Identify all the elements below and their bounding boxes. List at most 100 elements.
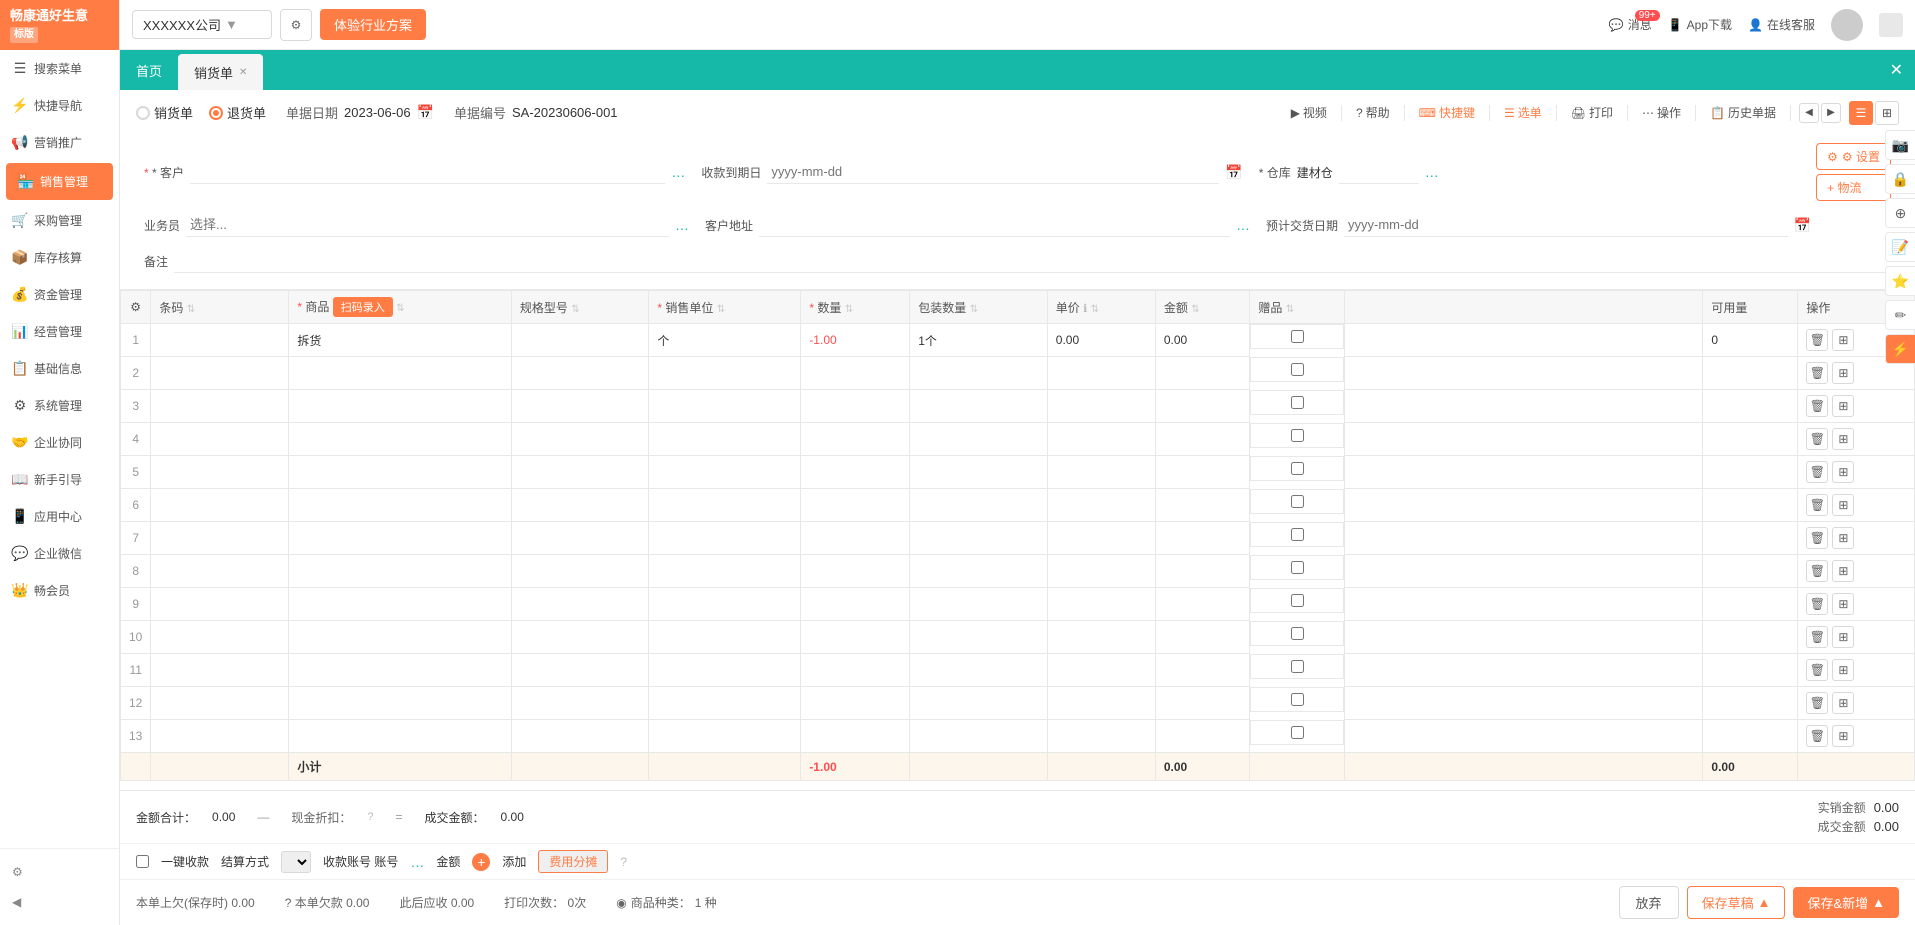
settings-right-btn[interactable]: ⚙ ⚙ 设置 (1816, 143, 1891, 170)
settlement-select[interactable] (281, 851, 311, 873)
cell-product-3[interactable] (289, 390, 511, 423)
cell-amount-7[interactable] (1155, 522, 1250, 555)
return-order-radio[interactable]: 退货单 (209, 103, 266, 122)
cell-barcode-2[interactable] (151, 357, 289, 390)
cell-amount-10[interactable] (1155, 621, 1250, 654)
cell-unit-4[interactable] (649, 423, 801, 456)
row-delete-2[interactable]: 🗑 (1806, 362, 1828, 384)
cell-amount-1[interactable]: 0.00 (1155, 324, 1250, 357)
expense-split-btn[interactable]: 费用分摊 (538, 850, 608, 873)
cell-price-12[interactable] (1047, 687, 1155, 720)
expected-date-icon[interactable]: 📅 (1794, 217, 1811, 234)
save-draft-btn[interactable]: 保存草稿 ▲ (1687, 886, 1786, 919)
cell-amount-6[interactable] (1155, 489, 1250, 522)
sidebar-item-12[interactable]: 📱应用中心 (0, 498, 119, 535)
cell-qty-3[interactable] (801, 390, 910, 423)
cell-gift-6[interactable] (1250, 489, 1344, 514)
cell-barcode-10[interactable] (151, 621, 289, 654)
save-new-btn[interactable]: 保存&新增 ▲ (1793, 887, 1899, 918)
cell-gift-5[interactable] (1250, 456, 1344, 481)
sidebar-item-7[interactable]: 📊经营管理 (0, 313, 119, 350)
cell-note-8[interactable] (1344, 555, 1702, 588)
sidebar-item-11[interactable]: 📖新手引导 (0, 461, 119, 498)
cell-amount-11[interactable] (1155, 654, 1250, 687)
cell-spec-12[interactable] (511, 687, 649, 720)
amount-sort-icon[interactable]: ⇅ (1191, 304, 1199, 315)
row-copy-13[interactable]: ⊞ (1832, 725, 1854, 747)
cell-spec-3[interactable] (511, 390, 649, 423)
sidebar-item-5[interactable]: 📦库存核算 (0, 239, 119, 276)
cell-note-6[interactable] (1344, 489, 1702, 522)
cell-spec-9[interactable] (511, 588, 649, 621)
cell-product-9[interactable] (289, 588, 511, 621)
row-delete-1[interactable]: 🗑 (1806, 329, 1828, 351)
column-settings-icon[interactable]: ⚙ (130, 300, 141, 314)
cell-amount-9[interactable] (1155, 588, 1250, 621)
cell-amount-3[interactable] (1155, 390, 1250, 423)
cell-price-6[interactable] (1047, 489, 1155, 522)
row-delete-11[interactable]: 🗑 (1806, 659, 1828, 681)
cell-gift-3[interactable] (1250, 390, 1344, 415)
cell-qty-8[interactable] (801, 555, 910, 588)
online-service-btn[interactable]: 👤 在线客服 (1748, 16, 1815, 33)
cell-gift-10[interactable] (1250, 621, 1344, 646)
cell-price-3[interactable] (1047, 390, 1155, 423)
side-btn-lock[interactable]: 🔒 (1885, 164, 1915, 194)
side-btn-edit[interactable]: ✏ (1885, 300, 1915, 330)
salesperson-dots-btn[interactable]: … (675, 217, 689, 233)
cell-pkg-7[interactable] (910, 522, 1048, 555)
scan-barcode-btn[interactable]: 扫码录入 (333, 297, 393, 317)
cell-gift-11[interactable] (1250, 654, 1344, 679)
cell-amount-2[interactable] (1155, 357, 1250, 390)
cell-note-2[interactable] (1344, 357, 1702, 390)
barcode-sort-icon[interactable]: ⇅ (187, 304, 195, 315)
expected-date-input[interactable] (1344, 213, 1788, 237)
cell-pkg-5[interactable] (910, 456, 1048, 489)
side-btn-add[interactable]: ⊕ (1885, 198, 1915, 228)
sidebar-item-2[interactable]: 📢营销推广 (0, 124, 119, 161)
order-debt-info-icon[interactable]: ? (285, 896, 292, 910)
expense-help-icon[interactable]: ? (620, 855, 627, 869)
cell-price-7[interactable] (1047, 522, 1155, 555)
cell-gift-8[interactable] (1250, 555, 1344, 580)
cell-gift-9[interactable] (1250, 588, 1344, 613)
cell-note-13[interactable] (1344, 720, 1702, 753)
cell-gift-1[interactable] (1250, 324, 1344, 349)
cell-qty-11[interactable] (801, 654, 910, 687)
row-delete-4[interactable]: 🗑 (1806, 428, 1828, 450)
cell-product-10[interactable] (289, 621, 511, 654)
cell-barcode-6[interactable] (151, 489, 289, 522)
row-delete-6[interactable]: 🗑 (1806, 494, 1828, 516)
add-payment-btn[interactable]: + (472, 853, 490, 871)
row-copy-7[interactable]: ⊞ (1832, 527, 1854, 549)
side-btn-flash[interactable]: ⚡ (1885, 334, 1915, 364)
print-btn[interactable]: 🖨 打印 (1565, 100, 1619, 125)
cell-note-4[interactable] (1344, 423, 1702, 456)
row-delete-8[interactable]: 🗑 (1806, 560, 1828, 582)
next-arrow[interactable]: ▶ (1821, 103, 1841, 123)
cell-price-4[interactable] (1047, 423, 1155, 456)
cell-unit-3[interactable] (649, 390, 801, 423)
cell-unit-6[interactable] (649, 489, 801, 522)
cell-product-4[interactable] (289, 423, 511, 456)
sidebar-item-13[interactable]: 💬企业微信 (0, 535, 119, 572)
cell-pkg-9[interactable] (910, 588, 1048, 621)
product-sort-icon[interactable]: ⇅ (396, 303, 404, 314)
cell-unit-11[interactable] (649, 654, 801, 687)
cell-product-8[interactable] (289, 555, 511, 588)
cell-pkg-11[interactable] (910, 654, 1048, 687)
cell-product-5[interactable] (289, 456, 511, 489)
side-btn-star[interactable]: ⭐ (1885, 266, 1915, 296)
row-copy-1[interactable]: ⊞ (1832, 329, 1854, 351)
cell-spec-5[interactable] (511, 456, 649, 489)
cell-unit-9[interactable] (649, 588, 801, 621)
cell-unit-12[interactable] (649, 687, 801, 720)
cell-pkg-4[interactable] (910, 423, 1048, 456)
company-selector[interactable]: XXXXXX公司 ▼ (132, 10, 272, 39)
row-delete-7[interactable]: 🗑 (1806, 527, 1828, 549)
trial-btn[interactable]: 体验行业方案 (320, 9, 426, 40)
cell-qty-9[interactable] (801, 588, 910, 621)
cell-pkg-12[interactable] (910, 687, 1048, 720)
cell-barcode-4[interactable] (151, 423, 289, 456)
cell-barcode-12[interactable] (151, 687, 289, 720)
